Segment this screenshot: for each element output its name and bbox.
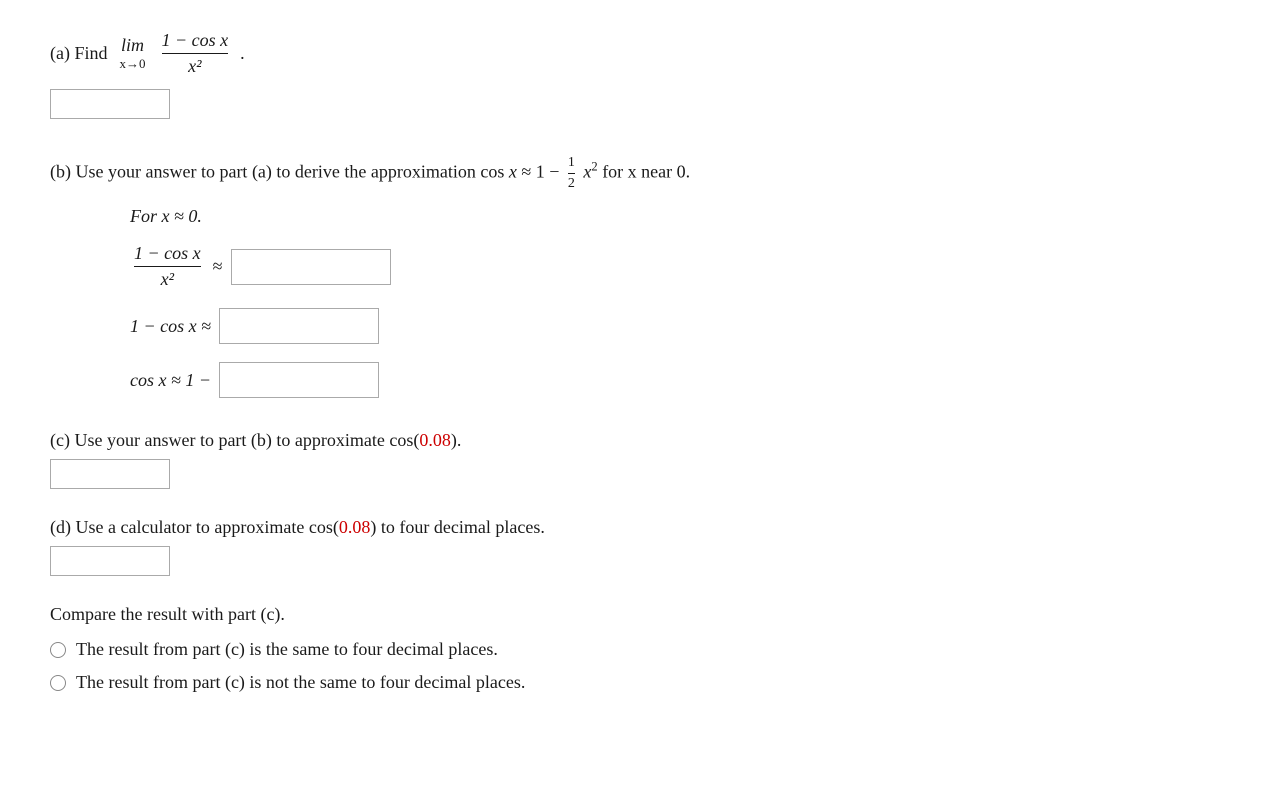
radio-label-2: The result from part (c) is not the same…	[76, 672, 525, 693]
row1-fraction: 1 − cos x x²	[134, 243, 201, 290]
row3-input[interactable]	[219, 362, 379, 398]
part-a-input[interactable]	[50, 89, 170, 119]
for-x-line: For x ≈ 0.	[130, 206, 1231, 227]
part-b-label: (b) Use your answer to part (a) to deriv…	[50, 162, 476, 182]
part-d-value: 0.08	[339, 517, 371, 537]
part-d-label-end: ) to four decimal places.	[370, 517, 544, 537]
row1-num: 1 − cos x	[134, 243, 201, 267]
part-c-label-end: ).	[451, 430, 462, 450]
part-c: (c) Use your answer to part (b) to appro…	[50, 430, 1231, 489]
part-d-input[interactable]	[50, 546, 170, 576]
part-b-cos: cos x ≈ 1 −	[480, 162, 559, 182]
part-c-value: 0.08	[419, 430, 451, 450]
part-b-content: For x ≈ 0. 1 − cos x x² ≈ 1 − cos x ≈ co…	[130, 206, 1231, 398]
part-d: (d) Use a calculator to approximate cos(…	[50, 517, 1231, 576]
radio-option-1[interactable]: The result from part (c) is the same to …	[50, 639, 1231, 660]
part-c-label-start: (c) Use your answer to part (b) to appro…	[50, 430, 419, 450]
row1-approx: ≈	[213, 256, 223, 277]
part-d-label: (d) Use a calculator to approximate cos(…	[50, 517, 1231, 538]
lim-sub: x→0	[120, 56, 146, 72]
row2-input[interactable]	[219, 308, 379, 344]
compare-label-text: Compare the result with part (c).	[50, 604, 285, 624]
row3-left: cos x ≈ 1 −	[130, 370, 211, 391]
part-a: (a) Find lim x→0 1 − cos x x² .	[50, 30, 1231, 119]
part-c-input[interactable]	[50, 459, 170, 489]
radio-option-2[interactable]: The result from part (c) is not the same…	[50, 672, 1231, 693]
part-a-numerator: 1 − cos x	[162, 30, 229, 54]
part-a-label: (a) Find	[50, 43, 108, 64]
row2: 1 − cos x ≈	[130, 308, 1231, 344]
row1-den: x²	[161, 267, 174, 290]
radio-label-1: The result from part (c) is the same to …	[76, 639, 498, 660]
for-x-text: For x ≈ 0.	[130, 206, 202, 226]
lim-word: lim	[121, 35, 144, 56]
part-b-statement: (b) Use your answer to part (a) to deriv…	[50, 155, 1231, 192]
radio-circle-1[interactable]	[50, 642, 66, 658]
part-c-label: (c) Use your answer to part (b) to appro…	[50, 430, 1231, 451]
b-frac-den: 2	[568, 174, 575, 192]
compare-label: Compare the result with part (c).	[50, 604, 1231, 625]
b-frac-num: 1	[568, 155, 575, 174]
part-b: (b) Use your answer to part (a) to deriv…	[50, 155, 1231, 398]
part-b-x2-sup: 2	[591, 160, 597, 174]
part-a-period: .	[240, 43, 245, 64]
row1: 1 − cos x x² ≈	[130, 243, 1231, 290]
radio-circle-2[interactable]	[50, 675, 66, 691]
part-d-label-start: (d) Use a calculator to approximate cos(	[50, 517, 339, 537]
row3: cos x ≈ 1 −	[130, 362, 1231, 398]
lim-block: lim x→0	[120, 35, 146, 72]
row1-input[interactable]	[231, 249, 391, 285]
row2-left: 1 − cos x ≈	[130, 316, 211, 337]
part-b-for-near: for x near 0.	[602, 162, 690, 182]
part-compare: Compare the result with part (c). The re…	[50, 604, 1231, 693]
part-a-denominator: x²	[188, 54, 201, 77]
part-a-fraction: 1 − cos x x²	[162, 30, 229, 77]
